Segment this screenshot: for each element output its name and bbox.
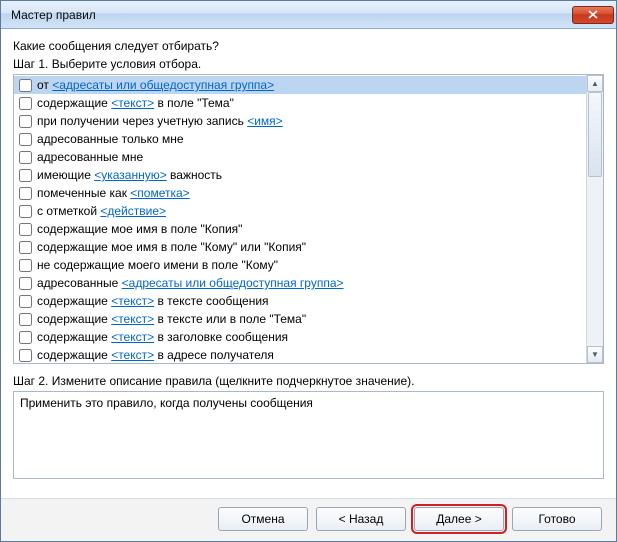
condition-row[interactable]: содержащие мое имя в поле "Кому" или "Ко… xyxy=(14,238,586,256)
close-icon xyxy=(588,10,598,19)
condition-text: содержащие <текст> в поле "Тема" xyxy=(37,95,234,111)
condition-checkbox[interactable] xyxy=(19,313,32,326)
condition-link[interactable]: <имя> xyxy=(247,114,282,128)
condition-link[interactable]: <указанную> xyxy=(94,168,167,182)
condition-text: содержащие <текст> в заголовке сообщения xyxy=(37,329,288,345)
finish-button[interactable]: Готово xyxy=(512,507,602,531)
close-button[interactable] xyxy=(572,6,614,24)
scroll-thumb[interactable] xyxy=(588,92,602,177)
condition-row[interactable]: содержащие <текст> в поле "Тема" xyxy=(14,94,586,112)
titlebar: Мастер правил xyxy=(1,1,616,29)
condition-row[interactable]: адресованные только мне xyxy=(14,130,586,148)
condition-text: не содержащие моего имени в поле "Кому" xyxy=(37,257,278,273)
scroll-down-button[interactable]: ▼ xyxy=(587,346,603,363)
condition-text: помеченные как <пометка> xyxy=(37,185,190,201)
condition-row[interactable]: содержащие <текст> в заголовке сообщения xyxy=(14,328,586,346)
conditions-list: от <адресаты или общедоступная группа> со… xyxy=(14,75,586,363)
condition-link[interactable]: <текст> xyxy=(111,312,154,326)
condition-checkbox[interactable] xyxy=(19,169,32,182)
condition-text: содержащие мое имя в поле "Кому" или "Ко… xyxy=(37,239,306,255)
conditions-box: от <адресаты или общедоступная группа> со… xyxy=(13,74,604,364)
rule-description-text: Применить это правило, когда получены со… xyxy=(20,396,313,410)
condition-row[interactable]: от <адресаты или общедоступная группа> xyxy=(14,76,586,94)
condition-text: содержащие мое имя в поле "Копия" xyxy=(37,221,242,237)
next-button[interactable]: Далее > xyxy=(414,507,504,531)
condition-text: содержащие <текст> в тексте или в поле "… xyxy=(37,311,306,327)
condition-checkbox[interactable] xyxy=(19,151,32,164)
condition-row[interactable]: содержащие <текст> в тексте сообщения xyxy=(14,292,586,310)
condition-checkbox[interactable] xyxy=(19,115,32,128)
cancel-button[interactable]: Отмена xyxy=(218,507,308,531)
condition-text: адресованные только мне xyxy=(37,131,184,147)
condition-row[interactable]: адресованные мне xyxy=(14,148,586,166)
condition-checkbox[interactable] xyxy=(19,295,32,308)
condition-checkbox[interactable] xyxy=(19,133,32,146)
condition-row[interactable]: содержащие <текст> в адресе получателя xyxy=(14,346,586,363)
condition-link[interactable]: <адресаты или общедоступная группа> xyxy=(52,78,274,92)
button-bar: Отмена < Назад Далее > Готово xyxy=(1,498,616,541)
condition-checkbox[interactable] xyxy=(19,187,32,200)
condition-checkbox[interactable] xyxy=(19,241,32,254)
condition-row[interactable]: имеющие <указанную> важность xyxy=(14,166,586,184)
condition-checkbox[interactable] xyxy=(19,205,32,218)
scrollbar[interactable]: ▲ ▼ xyxy=(586,75,603,363)
window-title: Мастер правил xyxy=(11,8,572,22)
condition-row[interactable]: помеченные как <пометка> xyxy=(14,184,586,202)
condition-row[interactable]: адресованные <адресаты или общедоступная… xyxy=(14,274,586,292)
condition-checkbox[interactable] xyxy=(19,277,32,290)
rule-description-box[interactable]: Применить это правило, когда получены со… xyxy=(13,391,604,479)
condition-link[interactable]: <текст> xyxy=(111,330,154,344)
condition-text: при получении через учетную запись <имя> xyxy=(37,113,283,129)
condition-text: с отметкой <действие> xyxy=(37,203,166,219)
condition-text: адресованные <адресаты или общедоступная… xyxy=(37,275,344,291)
rules-wizard-window: Мастер правил Какие сообщения следует от… xyxy=(0,0,617,542)
condition-row[interactable]: содержащие <текст> в тексте или в поле "… xyxy=(14,310,586,328)
back-button[interactable]: < Назад xyxy=(316,507,406,531)
condition-row[interactable]: с отметкой <действие> xyxy=(14,202,586,220)
condition-checkbox[interactable] xyxy=(19,223,32,236)
condition-row[interactable]: не содержащие моего имени в поле "Кому" xyxy=(14,256,586,274)
condition-text: имеющие <указанную> важность xyxy=(37,167,222,183)
condition-text: от <адресаты или общедоступная группа> xyxy=(37,77,274,93)
condition-text: содержащие <текст> в адресе получателя xyxy=(37,347,274,363)
condition-checkbox[interactable] xyxy=(19,349,32,362)
condition-checkbox[interactable] xyxy=(19,259,32,272)
scroll-up-button[interactable]: ▲ xyxy=(587,75,603,92)
condition-checkbox[interactable] xyxy=(19,331,32,344)
condition-link[interactable]: <текст> xyxy=(111,294,154,308)
condition-link[interactable]: <адресаты или общедоступная группа> xyxy=(122,276,344,290)
condition-link[interactable]: <текст> xyxy=(111,96,154,110)
question-text: Какие сообщения следует отбирать? xyxy=(13,39,604,53)
condition-text: адресованные мне xyxy=(37,149,143,165)
condition-link[interactable]: <пометка> xyxy=(130,186,189,200)
condition-row[interactable]: при получении через учетную запись <имя> xyxy=(14,112,586,130)
scroll-track[interactable] xyxy=(587,92,603,346)
step2-label: Шаг 2. Измените описание правила (щелкни… xyxy=(13,374,604,388)
condition-checkbox[interactable] xyxy=(19,97,32,110)
condition-link[interactable]: <текст> xyxy=(111,348,154,362)
condition-checkbox[interactable] xyxy=(19,79,32,92)
condition-link[interactable]: <действие> xyxy=(100,204,166,218)
step1-label: Шаг 1. Выберите условия отбора. xyxy=(13,57,604,71)
content-area: Какие сообщения следует отбирать? Шаг 1.… xyxy=(1,29,616,498)
condition-row[interactable]: содержащие мое имя в поле "Копия" xyxy=(14,220,586,238)
condition-text: содержащие <текст> в тексте сообщения xyxy=(37,293,269,309)
